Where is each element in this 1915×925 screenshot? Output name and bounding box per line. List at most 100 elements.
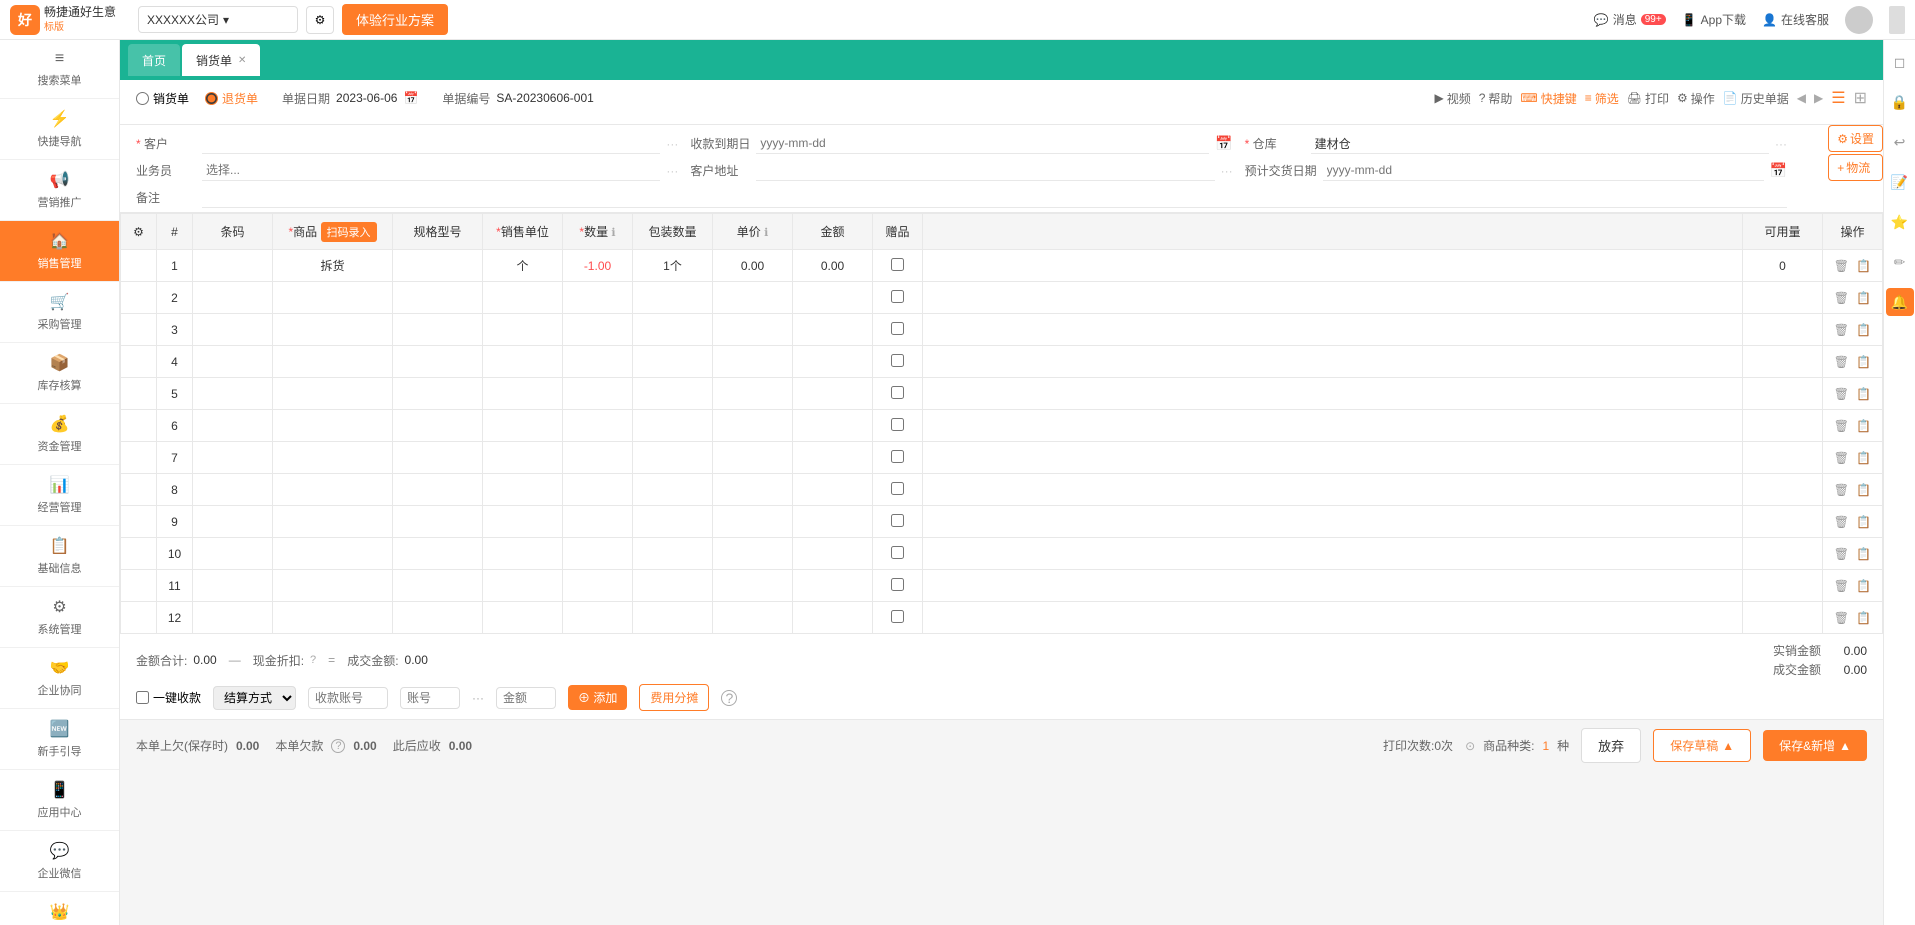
td-pkg-9[interactable] [633, 506, 713, 538]
amount-input[interactable] [496, 687, 556, 709]
td-unit-11[interactable] [483, 570, 563, 602]
td-qty-5[interactable] [563, 378, 633, 410]
sidebar-item-quick-nav[interactable]: ⚡ 快捷导航 [0, 99, 119, 160]
td-spec-5[interactable] [393, 378, 483, 410]
td-qty-4[interactable] [563, 346, 633, 378]
one-click-payment-checkbox[interactable]: 一键收款 [136, 689, 201, 706]
right-panel-icon-5[interactable]: ⭐ [1886, 208, 1914, 236]
right-panel-icon-1[interactable]: ◻ [1886, 48, 1914, 76]
td-barcode-11[interactable] [193, 570, 273, 602]
history-btn[interactable]: 📄 历史单据 [1723, 90, 1789, 107]
return-order-radio[interactable]: 退货单 [205, 90, 258, 107]
td-barcode-10[interactable] [193, 538, 273, 570]
td-amount-12[interactable] [793, 602, 873, 634]
gift-checkbox-11[interactable] [891, 578, 904, 591]
gift-checkbox-12[interactable] [891, 610, 904, 623]
delete-icon-8[interactable]: 🗑 [1834, 483, 1849, 497]
td-spec-4[interactable] [393, 346, 483, 378]
sidebar-item-operations[interactable]: 📊 经营管理 [0, 465, 119, 526]
discard-button[interactable]: 放弃 [1581, 728, 1641, 763]
salesperson-input[interactable] [202, 160, 660, 181]
tab-sales-order[interactable]: 销货单 ✕ [182, 44, 260, 76]
delete-icon-5[interactable]: 🗑 [1834, 387, 1849, 401]
customer-dots-icon[interactable]: ··· [666, 137, 678, 151]
tab-close-icon[interactable]: ✕ [238, 55, 246, 66]
sidebar-item-wechat[interactable]: 💬 企业微信 [0, 831, 119, 892]
sales-order-radio[interactable]: 销货单 [136, 90, 189, 107]
gift-checkbox-6[interactable] [891, 418, 904, 431]
save-draft-chevron-icon[interactable]: ▲ [1722, 739, 1734, 753]
copy-icon-8[interactable]: 📋 [1856, 483, 1871, 497]
gift-checkbox-3[interactable] [891, 322, 904, 335]
td-unit-5[interactable] [483, 378, 563, 410]
customer-input[interactable] [202, 133, 660, 154]
copy-icon-5[interactable]: 📋 [1856, 387, 1871, 401]
account-input[interactable] [308, 687, 388, 709]
td-qty-3[interactable] [563, 314, 633, 346]
td-spec-9[interactable] [393, 506, 483, 538]
td-qty-10[interactable] [563, 538, 633, 570]
td-price-8[interactable] [713, 474, 793, 506]
td-price-12[interactable] [713, 602, 793, 634]
td-price-1[interactable]: 0.00 [713, 250, 793, 282]
td-barcode-12[interactable] [193, 602, 273, 634]
td-pkg-8[interactable] [633, 474, 713, 506]
copy-icon-9[interactable]: 📋 [1856, 515, 1871, 529]
help-btn[interactable]: ? 帮助 [1479, 90, 1513, 107]
td-unit-7[interactable] [483, 442, 563, 474]
address-dots-icon[interactable]: ··· [1221, 164, 1233, 178]
nav-next-icon[interactable]: ▶ [1814, 91, 1823, 105]
td-pkg-2[interactable] [633, 282, 713, 314]
td-barcode-8[interactable] [193, 474, 273, 506]
due-date-calendar-icon[interactable]: 📅 [1215, 135, 1232, 152]
sidebar-item-enterprise[interactable]: 🤝 企业协同 [0, 648, 119, 709]
td-product-3[interactable] [273, 314, 393, 346]
td-amount-9[interactable] [793, 506, 873, 538]
gift-checkbox-5[interactable] [891, 386, 904, 399]
sidebar-item-app-center[interactable]: 📱 应用中心 [0, 770, 119, 831]
cash-discount-help-icon[interactable]: ? [310, 654, 316, 666]
td-product-5[interactable] [273, 378, 393, 410]
td-amount-1[interactable]: 0.00 [793, 250, 873, 282]
td-gift-11[interactable] [873, 570, 923, 602]
payment-help-icon[interactable]: ? [721, 690, 737, 706]
td-product-12[interactable] [273, 602, 393, 634]
td-gift-6[interactable] [873, 410, 923, 442]
nav-prev-icon[interactable]: ◀ [1797, 91, 1806, 105]
copy-icon-10[interactable]: 📋 [1856, 547, 1871, 561]
save-new-chevron-icon[interactable]: ▲ [1839, 739, 1851, 753]
warehouse-dots-icon[interactable]: ··· [1775, 137, 1787, 151]
delete-icon-7[interactable]: 🗑 [1834, 451, 1849, 465]
td-unit-9[interactable] [483, 506, 563, 538]
copy-icon-1[interactable]: 📋 [1856, 259, 1871, 273]
td-amount-11[interactable] [793, 570, 873, 602]
gift-checkbox-1[interactable] [891, 258, 904, 271]
view-list-icon[interactable]: ☰ [1831, 88, 1845, 108]
td-product-9[interactable] [273, 506, 393, 538]
delete-icon-1[interactable]: 🗑 [1834, 259, 1849, 273]
salesperson-dots-icon[interactable]: ··· [666, 164, 678, 178]
gift-checkbox-10[interactable] [891, 546, 904, 559]
td-spec-8[interactable] [393, 474, 483, 506]
td-spec-10[interactable] [393, 538, 483, 570]
scan-button[interactable]: 扫码录入 [321, 222, 377, 242]
gift-checkbox-8[interactable] [891, 482, 904, 495]
td-amount-8[interactable] [793, 474, 873, 506]
td-qty-6[interactable] [563, 410, 633, 442]
sidebar-item-guide[interactable]: 🆕 新手引导 [0, 709, 119, 770]
due-date-input[interactable] [756, 133, 1209, 154]
td-product-4[interactable] [273, 346, 393, 378]
shortcut-btn[interactable]: ⌨ 快捷键 [1520, 90, 1576, 107]
td-product-6[interactable] [273, 410, 393, 442]
td-amount-5[interactable] [793, 378, 873, 410]
td-spec-7[interactable] [393, 442, 483, 474]
online-service-button[interactable]: 👤 在线客服 [1762, 11, 1829, 28]
gift-checkbox-7[interactable] [891, 450, 904, 463]
copy-icon-11[interactable]: 📋 [1856, 579, 1871, 593]
delete-icon-9[interactable]: 🗑 [1834, 515, 1849, 529]
delete-icon-3[interactable]: 🗑 [1834, 323, 1849, 337]
td-spec-6[interactable] [393, 410, 483, 442]
table-wrapper[interactable]: ⚙ # 条码 *商品 扫码录入 规格型号 *销售单位 *数量 ℹ 包 [120, 213, 1883, 633]
sidebar-item-finance[interactable]: 💰 资金管理 [0, 404, 119, 465]
gift-checkbox-2[interactable] [891, 290, 904, 303]
